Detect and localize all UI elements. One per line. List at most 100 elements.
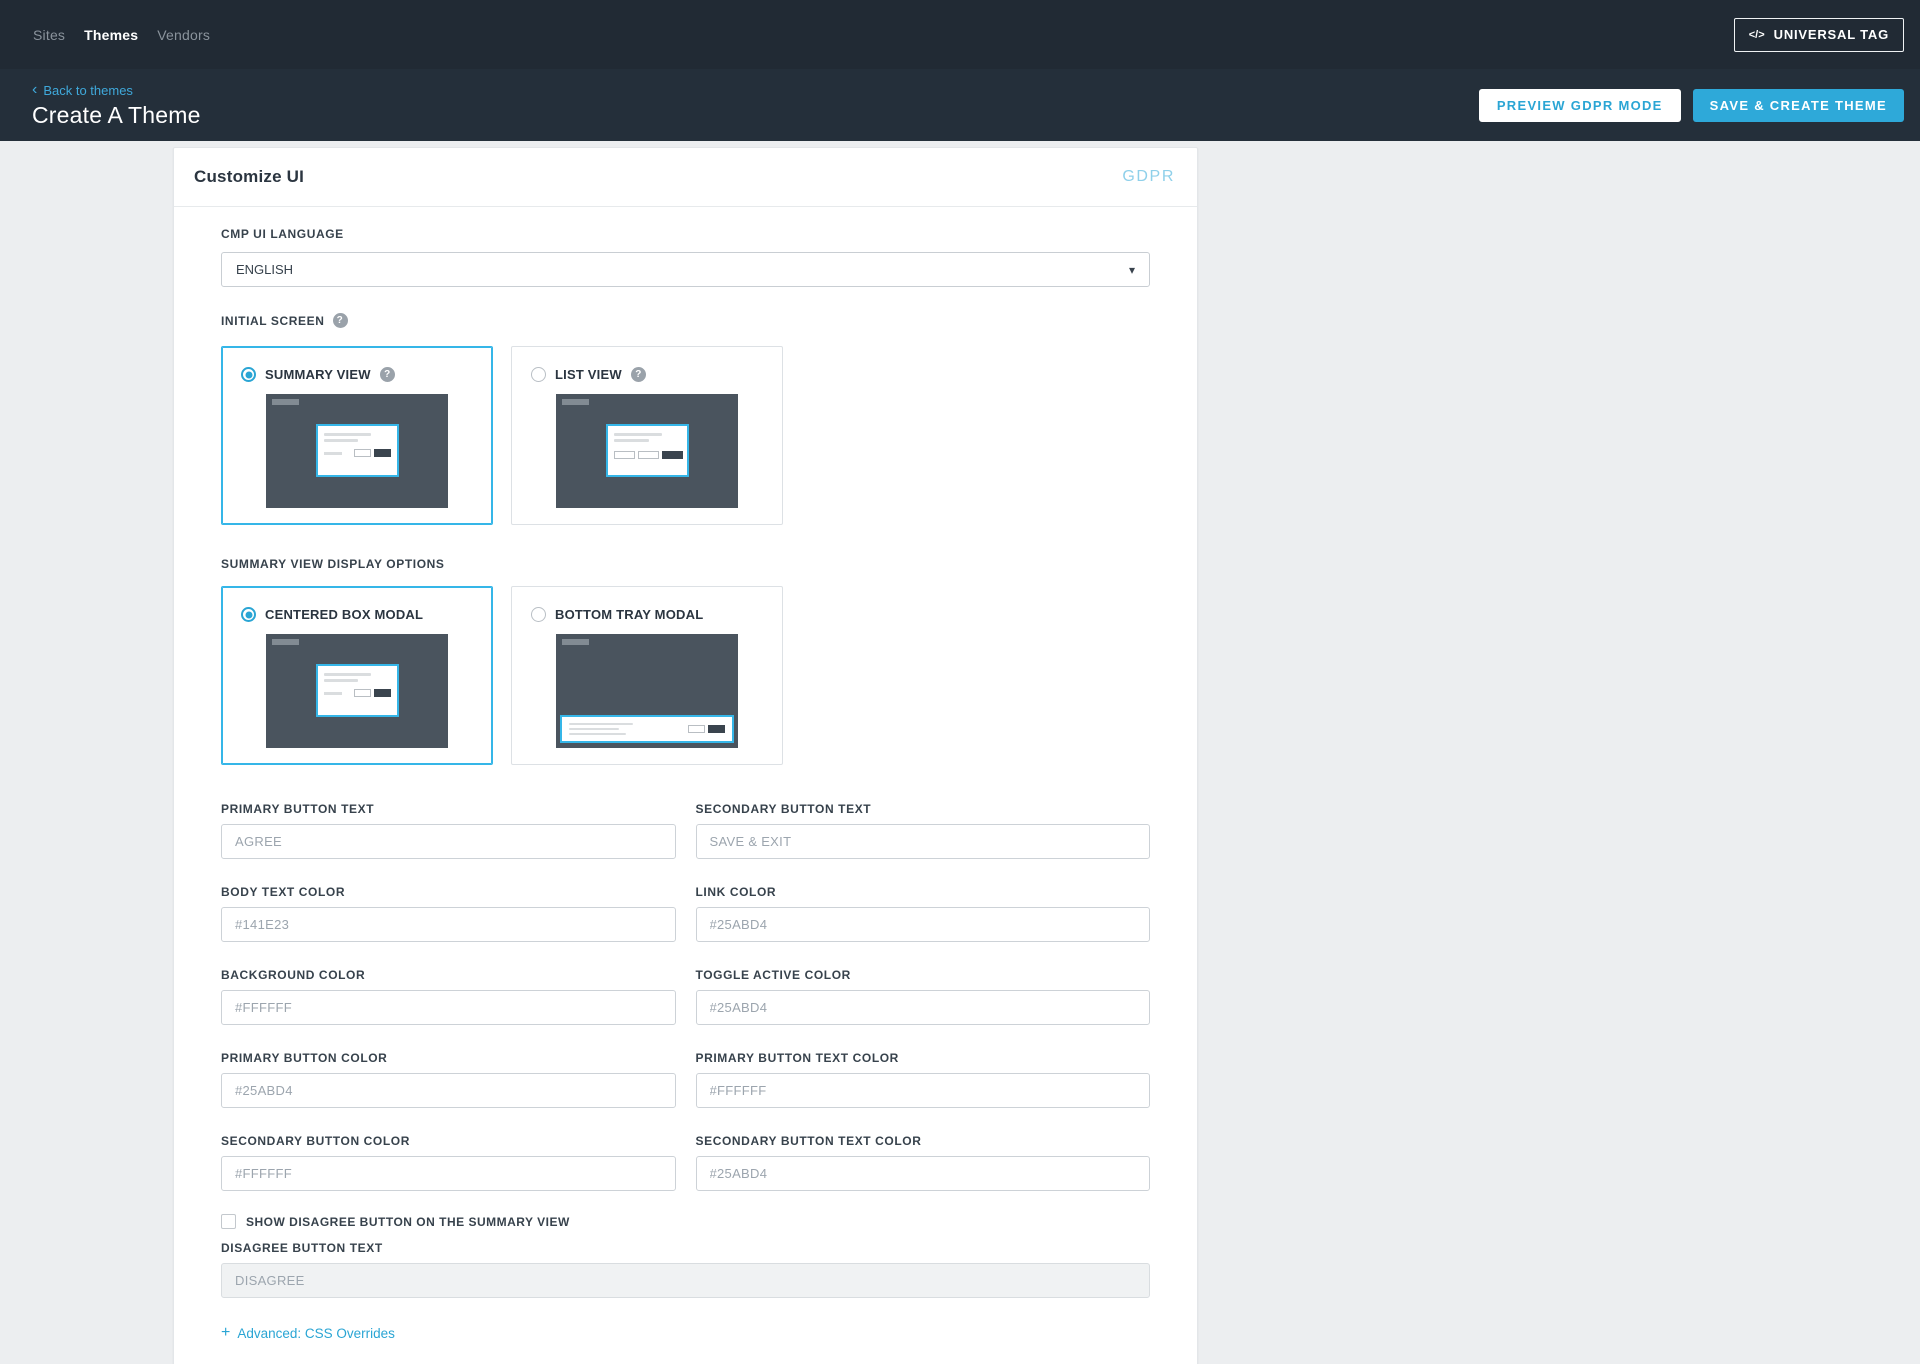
bottom-tray-label: BOTTOM TRAY MODAL [555,607,703,622]
option-list-view[interactable]: LIST VIEW ? [511,346,783,525]
summary-view-label: SUMMARY VIEW [265,367,371,382]
secondary-button-text-color-input[interactable] [696,1156,1151,1191]
field-secondary-button-text-color: SECONDARY BUTTON TEXT COLOR [696,1134,1151,1191]
field-label: BACKGROUND COLOR [221,968,676,982]
main-content: Customize UI GDPR CMP UI LANGUAGE ENGLIS… [0,147,1920,1364]
field-label: PRIMARY BUTTON TEXT COLOR [696,1051,1151,1065]
back-link-label: Back to themes [43,83,133,98]
field-label: BODY TEXT COLOR [221,885,676,899]
option-bottom-tray-head: BOTTOM TRAY MODAL [512,587,782,622]
show-disagree-checkbox[interactable] [221,1214,236,1229]
cmp-ui-language-label: CMP UI LANGUAGE [221,227,1150,241]
list-view-label: LIST VIEW [555,367,622,382]
back-to-themes-link[interactable]: ‹ Back to themes [32,82,133,98]
summary-view-radio[interactable] [241,367,256,382]
bottom-tray-radio[interactable] [531,607,546,622]
top-nav: Sites Themes Vendors </> UNIVERSAL TAG [0,0,1920,69]
summary-display-options-label-text: SUMMARY VIEW DISPLAY OPTIONS [221,557,445,571]
secondary-button-text-input[interactable] [696,824,1151,859]
universal-tag-label: UNIVERSAL TAG [1774,27,1889,42]
save-create-theme-button[interactable]: SAVE & CREATE THEME [1693,89,1904,122]
field-primary-button-text-color: PRIMARY BUTTON TEXT COLOR [696,1051,1151,1108]
field-label: PRIMARY BUTTON TEXT [221,802,676,816]
field-label: SECONDARY BUTTON TEXT COLOR [696,1134,1151,1148]
nav-vendors[interactable]: Vendors [157,27,210,43]
field-label: TOGGLE ACTIVE COLOR [696,968,1151,982]
link-color-input[interactable] [696,907,1151,942]
option-summary-view-head: SUMMARY VIEW ? [222,347,492,382]
initial-screen-options: SUMMARY VIEW ? [221,346,1150,525]
help-icon[interactable]: ? [380,367,395,382]
theme-fields-grid: PRIMARY BUTTON TEXT SECONDARY BUTTON TEX… [221,802,1150,1191]
thumbnail-tray-graphic [560,715,734,743]
option-list-view-head: LIST VIEW ? [512,347,782,382]
chevron-down-icon: ▾ [1129,263,1135,277]
field-secondary-button-text: SECONDARY BUTTON TEXT [696,802,1151,859]
disagree-button-text-input [221,1263,1150,1298]
field-link-color: LINK COLOR [696,885,1151,942]
primary-button-text-input[interactable] [221,824,676,859]
list-view-radio[interactable] [531,367,546,382]
code-icon: </> [1749,29,1765,41]
thumbnail-modal-graphic [316,424,399,477]
help-icon[interactable]: ? [333,313,348,328]
option-summary-view[interactable]: SUMMARY VIEW ? [221,346,493,525]
option-centered-box-head: CENTERED BOX MODAL [222,587,492,622]
primary-button-text-color-input[interactable] [696,1073,1151,1108]
disagree-button-text-label-text: DISAGREE BUTTON TEXT [221,1241,383,1255]
nav-sites[interactable]: Sites [33,27,65,43]
secondary-button-color-input[interactable] [221,1156,676,1191]
thumbnail-modal-graphic [316,664,399,717]
cmp-ui-language-label-text: CMP UI LANGUAGE [221,227,344,241]
body-text-color-input[interactable] [221,907,676,942]
list-view-thumbnail [556,394,738,508]
thumbnail-modal-graphic [606,424,689,477]
summary-display-options-label: SUMMARY VIEW DISPLAY OPTIONS [221,557,1150,571]
card-header: Customize UI GDPR [174,148,1197,207]
disagree-button-text-label: DISAGREE BUTTON TEXT [221,1241,1150,1255]
cmp-ui-language-value: ENGLISH [236,262,293,277]
preview-gdpr-mode-button[interactable]: PREVIEW GDPR MODE [1479,89,1681,122]
primary-button-color-input[interactable] [221,1073,676,1108]
centered-box-label: CENTERED BOX MODAL [265,607,423,622]
field-label: SECONDARY BUTTON TEXT [696,802,1151,816]
field-label: LINK COLOR [696,885,1151,899]
help-icon[interactable]: ? [631,367,646,382]
background-color-input[interactable] [221,990,676,1025]
initial-screen-label: INITIAL SCREEN ? [221,313,1150,328]
cmp-ui-language-select[interactable]: ENGLISH ▾ [221,252,1150,287]
primary-nav: Sites Themes Vendors [33,27,210,43]
summary-view-thumbnail [266,394,448,508]
show-disagree-row: SHOW DISAGREE BUTTON ON THE SUMMARY VIEW [221,1214,1150,1229]
bottom-tray-thumbnail [556,634,738,748]
field-label: PRIMARY BUTTON COLOR [221,1051,676,1065]
field-background-color: BACKGROUND COLOR [221,968,676,1025]
plus-icon: + [221,1325,230,1341]
advanced-css-overrides-label: Advanced: CSS Overrides [237,1326,395,1341]
initial-screen-label-text: INITIAL SCREEN [221,314,325,328]
centered-box-radio[interactable] [241,607,256,622]
customize-ui-card: Customize UI GDPR CMP UI LANGUAGE ENGLIS… [173,147,1198,1364]
field-primary-button-text: PRIMARY BUTTON TEXT [221,802,676,859]
field-toggle-active-color: TOGGLE ACTIVE COLOR [696,968,1151,1025]
field-body-text-color: BODY TEXT COLOR [221,885,676,942]
option-centered-box-modal[interactable]: CENTERED BOX MODAL [221,586,493,765]
page-header: ‹ Back to themes Create A Theme PREVIEW … [0,69,1920,141]
card-title: Customize UI [194,167,304,187]
nav-themes[interactable]: Themes [84,27,138,43]
centered-box-thumbnail [266,634,448,748]
field-secondary-button-color: SECONDARY BUTTON COLOR [221,1134,676,1191]
page-header-actions: PREVIEW GDPR MODE SAVE & CREATE THEME [1479,89,1904,122]
show-disagree-label: SHOW DISAGREE BUTTON ON THE SUMMARY VIEW [246,1215,570,1229]
universal-tag-button[interactable]: </> UNIVERSAL TAG [1734,18,1904,52]
option-bottom-tray-modal[interactable]: BOTTOM TRAY MODAL [511,586,783,765]
field-primary-button-color: PRIMARY BUTTON COLOR [221,1051,676,1108]
toggle-active-color-input[interactable] [696,990,1151,1025]
advanced-css-overrides-link[interactable]: + Advanced: CSS Overrides [221,1325,395,1341]
gdpr-badge: GDPR [1122,168,1175,186]
page-header-left: ‹ Back to themes Create A Theme [32,81,201,129]
field-label: SECONDARY BUTTON COLOR [221,1134,676,1148]
page-title: Create A Theme [32,102,201,129]
card-body: CMP UI LANGUAGE ENGLISH ▾ INITIAL SCREEN… [174,207,1197,1364]
chevron-left-icon: ‹ [32,82,37,98]
